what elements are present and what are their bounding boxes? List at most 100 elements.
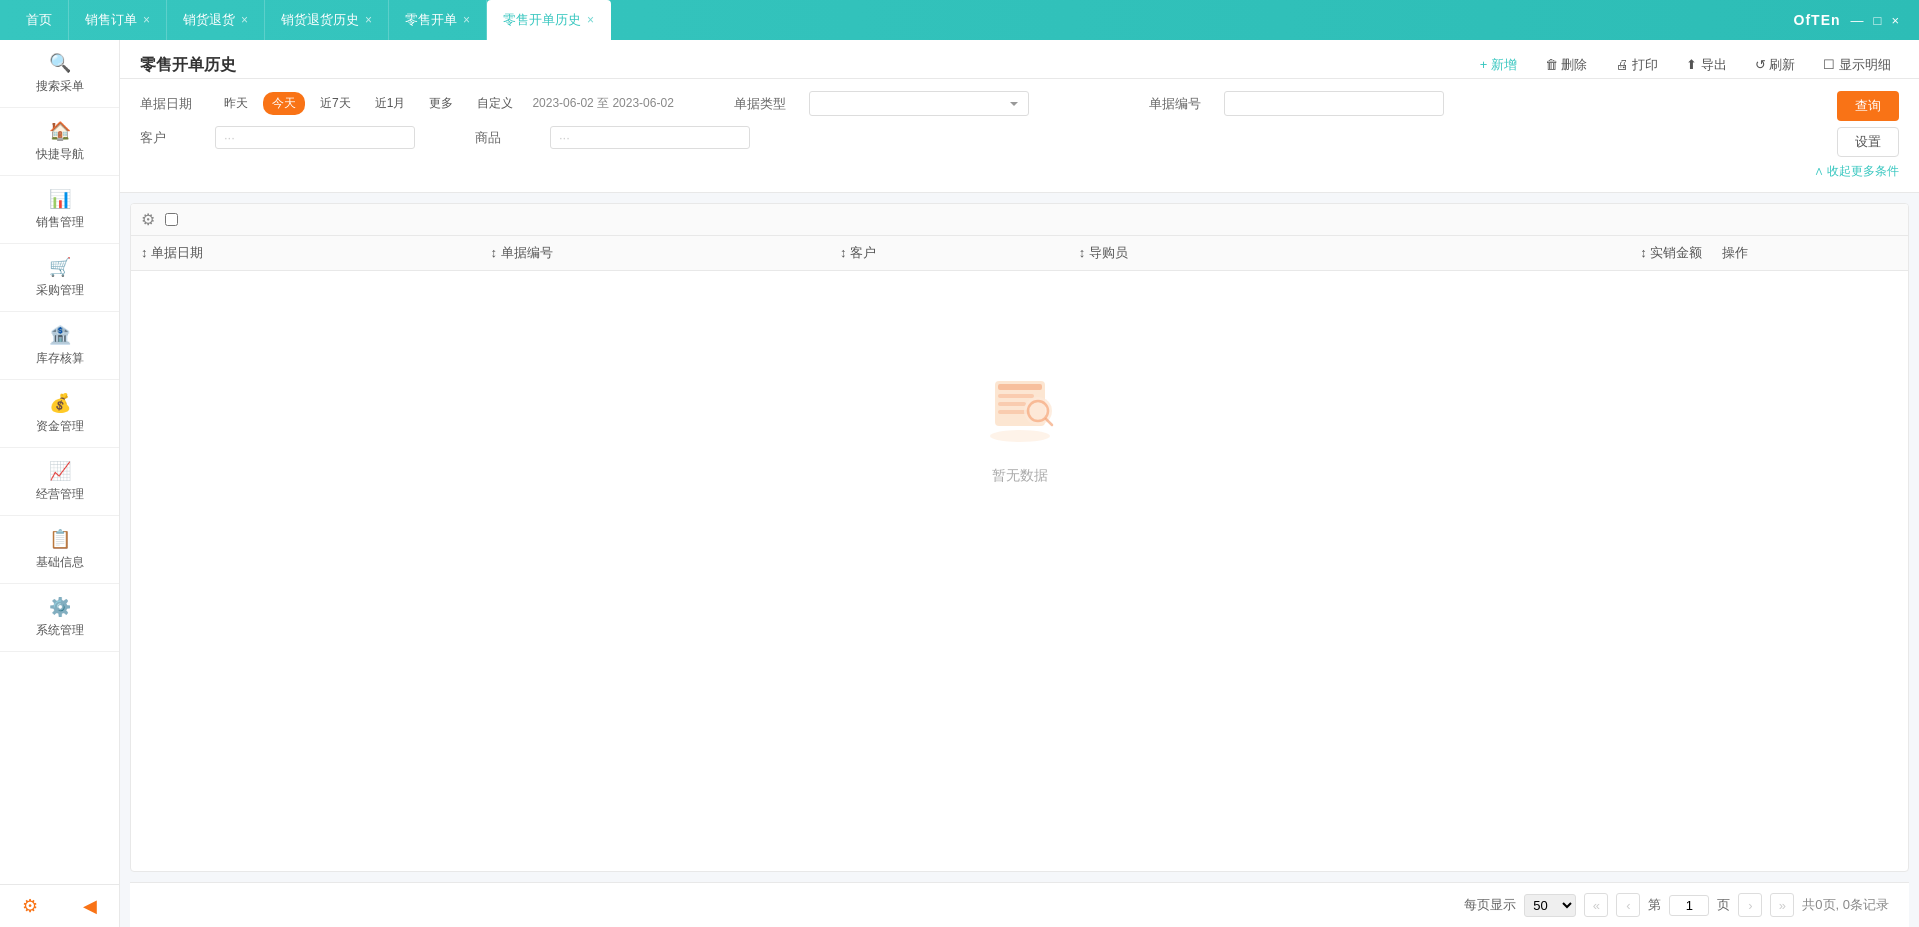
tab-sales-order[interactable]: 销售订单 × — [69, 0, 167, 40]
product-input[interactable]: ··· — [550, 126, 750, 149]
tab-close-sales-order[interactable]: × — [143, 13, 150, 27]
sidebar-item-nav[interactable]: 🏠 快捷导航 — [0, 108, 119, 176]
tab-sales-return-history[interactable]: 销货退货历史 × — [265, 0, 389, 40]
delete-button[interactable]: 🗑 删除 — [1537, 52, 1596, 78]
first-page-btn[interactable]: « — [1584, 893, 1608, 917]
window-max-btn[interactable]: □ — [1874, 13, 1882, 28]
sidebar-item-label-nav: 快捷导航 — [36, 146, 84, 163]
page-suffix: 页 — [1717, 896, 1730, 914]
data-table: ↕ 单据日期 ↕ 单据编号 ↕ 客户 ↕ 导购员 — [131, 236, 1908, 271]
customer-label: 客户 — [140, 129, 195, 147]
sidebar-item-finance[interactable]: 💰 资金管理 — [0, 380, 119, 448]
tab-retail-order[interactable]: 零售开单 × — [389, 0, 487, 40]
sidebar-item-basic[interactable]: 📋 基础信息 — [0, 516, 119, 584]
refresh-button[interactable]: ↺ 刷新 — [1747, 52, 1804, 78]
tab-retail-history[interactable]: 零售开单历史 × — [487, 0, 611, 40]
svg-rect-3 — [998, 394, 1034, 398]
sidebar-item-label-search: 搜索采单 — [36, 78, 84, 95]
add-button[interactable]: + 新增 — [1472, 52, 1525, 78]
date-btn-custom[interactable]: 自定义 — [468, 92, 522, 115]
inventory-icon: 🏦 — [49, 324, 71, 346]
table-gear-icon[interactable]: ⚙ — [141, 210, 155, 229]
window-min-btn[interactable]: — — [1851, 13, 1864, 28]
tab-close-retail-order[interactable]: × — [463, 13, 470, 27]
sidebar-item-inventory[interactable]: 🏦 库存核算 — [0, 312, 119, 380]
filter-row-date: 单据日期 昨天 今天 近7天 近1月 更多 自定义 2023-06-02 至 2… — [140, 91, 1817, 116]
sidebar-item-label-operation: 经营管理 — [36, 486, 84, 503]
sidebar-item-label-inventory: 库存核算 — [36, 350, 84, 367]
sidebar-collapse-btn[interactable]: ◀ — [83, 895, 97, 917]
table-area: ⚙ ↕ 单据日期 ↕ 单据编号 ↕ — [130, 203, 1909, 872]
date-btn-7days[interactable]: 近7天 — [311, 92, 360, 115]
print-button[interactable]: 🖨 打印 — [1608, 52, 1667, 78]
main-layout: 🔍 搜索采单 🏠 快捷导航 📊 销售管理 🛒 采购管理 🏦 库存核算 💰 资金管… — [0, 40, 1919, 927]
sidebar-item-search[interactable]: 🔍 搜索采单 — [0, 40, 119, 108]
tab-close-retail-history[interactable]: × — [587, 13, 594, 27]
date-btn-more[interactable]: 更多 — [420, 92, 462, 115]
per-page-label: 每页显示 — [1464, 896, 1516, 914]
date-btn-today[interactable]: 今天 — [263, 92, 305, 115]
prev-page-btn[interactable]: ‹ — [1616, 893, 1640, 917]
tab-close-sales-return[interactable]: × — [241, 13, 248, 27]
last-page-btn[interactable]: » — [1770, 893, 1794, 917]
sidebar-item-operation[interactable]: 📈 经营管理 — [0, 448, 119, 516]
customer-dots: ··· — [224, 130, 406, 145]
page-number-input[interactable] — [1669, 895, 1709, 916]
system-icon: ⚙️ — [49, 596, 71, 618]
top-bar-right: OfTEn — □ × — [1794, 12, 1909, 28]
content-area: 零售开单历史 + 新增 🗑 删除 🖨 打印 ⬆ 导出 ↺ 刷新 ☐ 显示明细 单… — [120, 40, 1919, 927]
export-button[interactable]: ⬆ 导出 — [1678, 52, 1735, 78]
operation-icon: 📈 — [49, 460, 71, 482]
settings-button[interactable]: 设置 — [1837, 127, 1899, 157]
finance-icon: 💰 — [49, 392, 71, 414]
sidebar-bottom: ⚙ ◀ — [0, 884, 119, 927]
page-title: 零售开单历史 — [140, 55, 236, 76]
doc-type-select[interactable] — [809, 91, 1029, 116]
sidebar-item-label-purchase: 采购管理 — [36, 282, 84, 299]
empty-illustration — [970, 351, 1070, 451]
date-btn-yesterday[interactable]: 昨天 — [215, 92, 257, 115]
select-all-checkbox[interactable] — [165, 213, 178, 226]
sidebar: 🔍 搜索采单 🏠 快捷导航 📊 销售管理 🛒 采购管理 🏦 库存核算 💰 资金管… — [0, 40, 120, 927]
sidebar-item-system[interactable]: ⚙️ 系统管理 — [0, 584, 119, 652]
last-page-icon: » — [1779, 898, 1786, 913]
sidebar-item-label-basic: 基础信息 — [36, 554, 84, 571]
product-dots: ··· — [559, 130, 741, 145]
svg-rect-4 — [998, 402, 1026, 406]
query-button[interactable]: 查询 — [1837, 91, 1899, 121]
sales-icon: 📊 — [49, 188, 71, 210]
sidebar-item-sales[interactable]: 📊 销售管理 — [0, 176, 119, 244]
tab-close-sales-return-history[interactable]: × — [365, 13, 372, 27]
sidebar-item-label-sales: 销售管理 — [36, 214, 84, 231]
empty-state: 暂无数据 — [131, 271, 1908, 565]
sidebar-item-label-system: 系统管理 — [36, 622, 84, 639]
purchase-icon: 🛒 — [49, 256, 71, 278]
empty-text: 暂无数据 — [992, 467, 1048, 485]
top-bar: 首页 销售订单 × 销货退货 × 销货退货历史 × 零售开单 × 零售开单历史 … — [0, 0, 1919, 40]
tab-home[interactable]: 首页 — [10, 0, 69, 40]
display-detail-button[interactable]: ☐ 显示明细 — [1815, 52, 1899, 78]
per-page-select[interactable]: 50 20 100 — [1524, 894, 1576, 917]
date-label: 单据日期 — [140, 95, 195, 113]
home-icon: 🏠 — [49, 120, 71, 142]
query-btn-area: 查询 设置 — [1837, 91, 1899, 157]
sidebar-gear-btn[interactable]: ⚙ — [22, 895, 38, 917]
product-label: 商品 — [475, 129, 530, 147]
collapse-filter-btn[interactable]: ∧ 收起更多条件 — [1814, 163, 1899, 180]
customer-input[interactable]: ··· — [215, 126, 415, 149]
sidebar-item-purchase[interactable]: 🛒 采购管理 — [0, 244, 119, 312]
doc-no-input[interactable] — [1224, 91, 1444, 116]
tab-sales-return[interactable]: 销货退货 × — [167, 0, 265, 40]
pagination-bar: 每页显示 50 20 100 « ‹ 第 页 › » 共0页, 0条记录 — [130, 882, 1909, 927]
th-amount: ↕ 实销金额 — [1363, 236, 1712, 271]
svg-rect-2 — [998, 384, 1042, 390]
svg-point-0 — [990, 430, 1050, 442]
date-btn-1month[interactable]: 近1月 — [366, 92, 415, 115]
header-actions: + 新增 🗑 删除 🖨 打印 ⬆ 导出 ↺ 刷新 ☐ 显示明细 — [1472, 52, 1899, 78]
next-page-btn[interactable]: › — [1738, 893, 1762, 917]
window-close-btn[interactable]: × — [1891, 13, 1899, 28]
next-page-icon: › — [1748, 898, 1752, 913]
brand-label: OfTEn — [1794, 12, 1841, 28]
page-header: 零售开单历史 + 新增 🗑 删除 🖨 打印 ⬆ 导出 ↺ 刷新 ☐ 显示明细 — [120, 40, 1919, 79]
first-page-icon: « — [1593, 898, 1600, 913]
